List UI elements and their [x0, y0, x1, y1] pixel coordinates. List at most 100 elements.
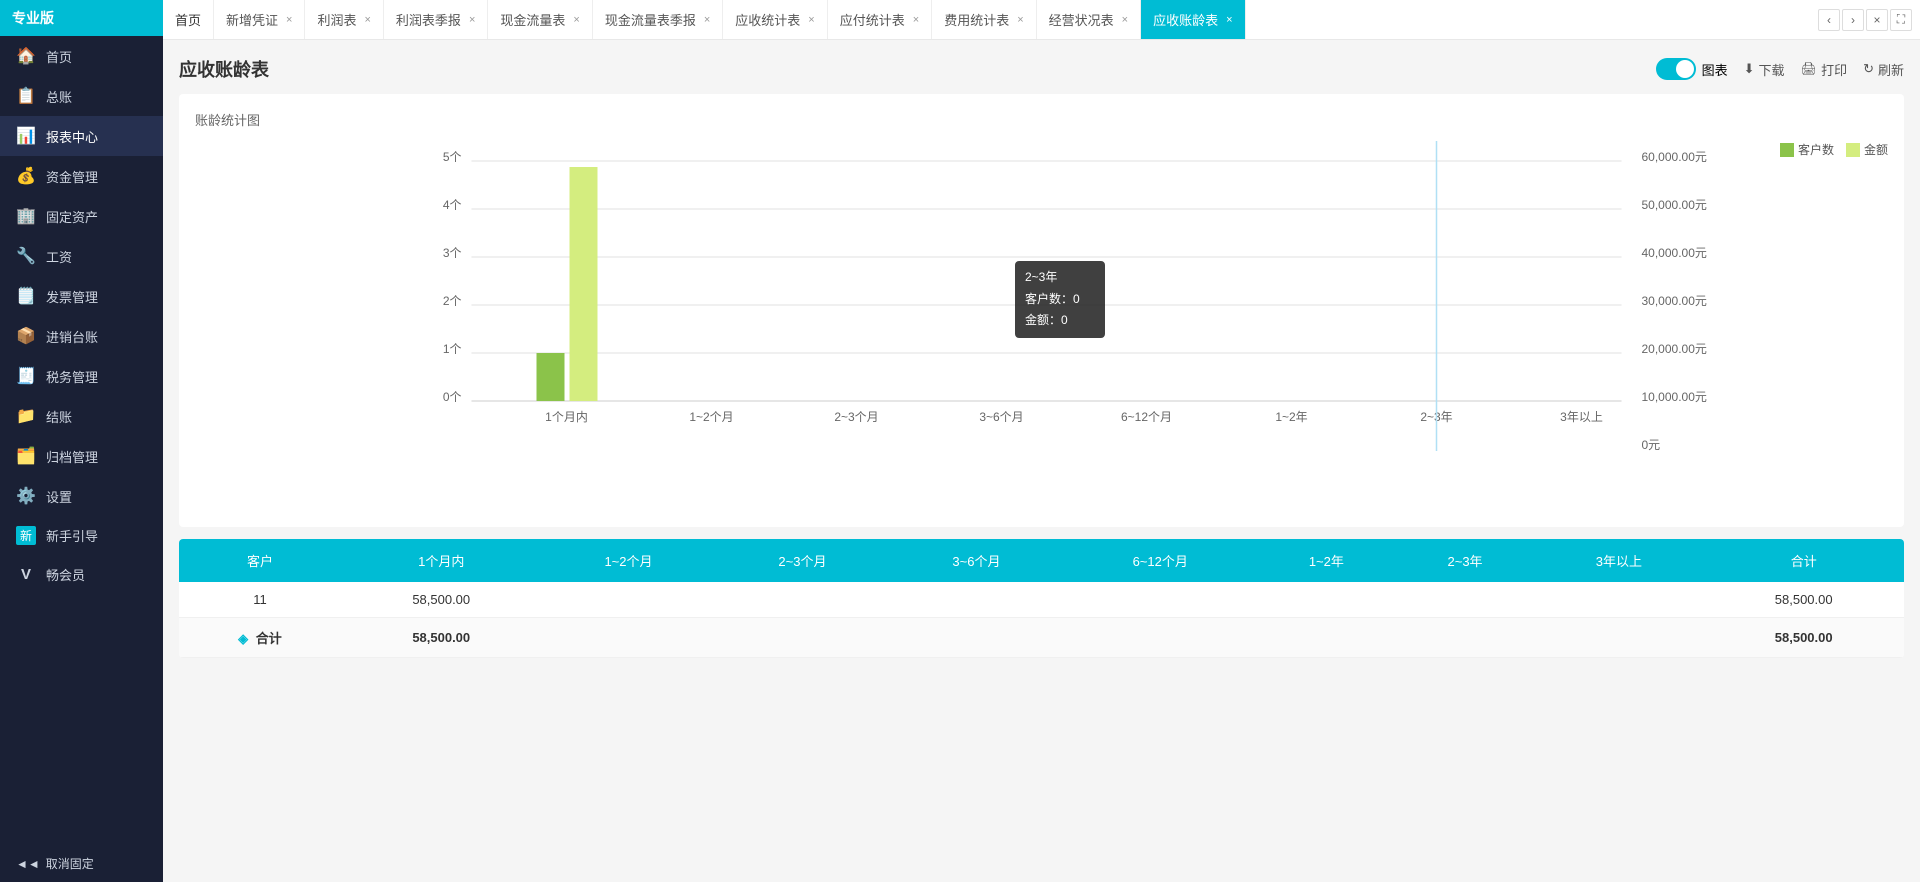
chart-toggle[interactable]	[1656, 58, 1696, 80]
tab-home[interactable]: 首页	[163, 0, 214, 40]
cell-total: 58,500.00	[1703, 582, 1904, 618]
tab-close-biz-status[interactable]: ×	[1122, 14, 1128, 26]
tab-cashflow-quarterly[interactable]: 现金流量表季报 ×	[593, 0, 723, 40]
download-btn[interactable]: ⬇ 下载	[1744, 60, 1785, 79]
tab-profit[interactable]: 利润表 ×	[305, 0, 383, 40]
tab-close-ap-stats[interactable]: ×	[913, 14, 919, 26]
tab-expense-stats[interactable]: 费用统计表 ×	[932, 0, 1036, 40]
sidebar-item-guide[interactable]: 新 新手引导	[0, 516, 163, 555]
total-icon: ◈	[238, 631, 248, 646]
tab-nav-buttons: ‹ › × ⛶	[1810, 9, 1920, 31]
sidebar-item-fund-mgmt[interactable]: 💰 资金管理	[0, 156, 163, 196]
content-area: 应收账龄表 图表 ⬇ 下载 🖨 打印 ↻ 刷新	[163, 40, 1920, 882]
sidebar-item-archive[interactable]: 🗂️ 归档管理	[0, 436, 163, 476]
tab-cashflow-label: 现金流量表	[500, 10, 565, 29]
sidebar-item-sales-ledger[interactable]: 📦 进销台账	[0, 316, 163, 356]
sidebar-item-fixed-assets[interactable]: 🏢 固定资产	[0, 196, 163, 236]
refresh-label: 刷新	[1878, 60, 1904, 79]
col-12y: 1~2年	[1257, 539, 1396, 582]
svg-text:6~12个月: 6~12个月	[1121, 410, 1172, 424]
svg-text:20,000.00元: 20,000.00元	[1642, 342, 1707, 356]
cell-12y	[1257, 582, 1396, 618]
tab-ar-aging[interactable]: 应收账龄表 ×	[1141, 0, 1245, 40]
bar-1m-customers	[537, 353, 565, 401]
sidebar-item-settings[interactable]: ⚙️ 设置	[0, 476, 163, 516]
tab-ar-stats[interactable]: 应收统计表 ×	[723, 0, 827, 40]
tab-bar: 首页 新增凭证 × 利润表 × 利润表季报 × 现金流量表 × 现金流量表季报 …	[163, 0, 1920, 40]
sidebar-item-invoice[interactable]: 🗒️ 发票管理	[0, 276, 163, 316]
sidebar-item-label: 进销台账	[46, 327, 98, 346]
home-icon: 🏠	[16, 46, 36, 66]
sidebar-item-report-center[interactable]: 📊 报表中心	[0, 116, 163, 156]
chart-toggle-label: 图表	[1702, 60, 1728, 79]
sales-icon: 📦	[16, 326, 36, 346]
tab-cashflow-quarterly-label: 现金流量表季报	[605, 10, 696, 29]
salary-icon: 🔧	[16, 246, 36, 266]
sidebar-item-label: 税务管理	[46, 367, 98, 386]
tab-cashflow[interactable]: 现金流量表 ×	[488, 0, 592, 40]
invoice-icon: 🗒️	[16, 286, 36, 306]
col-1m: 1个月内	[341, 539, 542, 582]
tab-close-all-btn[interactable]: ×	[1866, 9, 1888, 31]
fund-icon: 💰	[16, 166, 36, 186]
tax-icon: 🧾	[16, 366, 36, 386]
print-btn[interactable]: 🖨 打印	[1801, 60, 1848, 79]
total-23m	[715, 618, 889, 658]
sidebar-item-membership[interactable]: V 畅会员	[0, 555, 163, 594]
col-total: 合计	[1703, 539, 1904, 582]
svg-text:2个: 2个	[443, 294, 462, 308]
sidebar-item-closing[interactable]: 📁 结账	[0, 396, 163, 436]
tab-prev-btn[interactable]: ‹	[1818, 9, 1840, 31]
tab-fullscreen-btn[interactable]: ⛶	[1890, 9, 1912, 31]
tab-profit-quarterly-label: 利润表季报	[396, 10, 461, 29]
tab-biz-status[interactable]: 经营状况表 ×	[1037, 0, 1141, 40]
tab-close-ar-aging[interactable]: ×	[1226, 14, 1232, 26]
tab-new-voucher[interactable]: 新增凭证 ×	[214, 0, 305, 40]
chart-legend: 客户数 金额	[1780, 141, 1888, 158]
report-icon: 📊	[16, 126, 36, 146]
sidebar-item-ledger[interactable]: 📋 总账	[0, 76, 163, 116]
sidebar-item-home[interactable]: 🏠 首页	[0, 36, 163, 76]
tab-ar-stats-label: 应收统计表	[735, 10, 800, 29]
refresh-btn[interactable]: ↻ 刷新	[1863, 60, 1904, 79]
total-3yplus	[1534, 618, 1703, 658]
svg-text:40,000.00元: 40,000.00元	[1642, 246, 1707, 260]
app-logo: 专业版	[0, 0, 163, 36]
chart-area: 客户数 金额 5个 4个 3个 2个 1个 0个	[195, 141, 1888, 511]
svg-text:1~2个月: 1~2个月	[689, 410, 733, 424]
cell-3yplus	[1534, 582, 1703, 618]
tab-expense-stats-label: 费用统计表	[944, 10, 1009, 29]
tab-close-profit-quarterly[interactable]: ×	[469, 14, 475, 26]
legend-customers: 客户数	[1780, 141, 1834, 158]
sidebar-item-tax-mgmt[interactable]: 🧾 税务管理	[0, 356, 163, 396]
tab-close-expense-stats[interactable]: ×	[1017, 14, 1023, 26]
tab-close-profit[interactable]: ×	[364, 14, 370, 26]
page-header: 应收账龄表 图表 ⬇ 下载 🖨 打印 ↻ 刷新	[179, 56, 1904, 82]
print-label: 打印	[1821, 60, 1847, 79]
tab-close-ar-stats[interactable]: ×	[808, 14, 814, 26]
sidebar-item-label: 结账	[46, 407, 72, 426]
legend-amount-color	[1846, 143, 1860, 157]
sidebar-item-label: 报表中心	[46, 127, 98, 146]
total-1m: 58,500.00	[341, 618, 542, 658]
tab-next-btn[interactable]: ›	[1842, 9, 1864, 31]
svg-text:0个: 0个	[443, 390, 462, 404]
tab-close-new-voucher[interactable]: ×	[286, 14, 292, 26]
col-12m: 1~2个月	[542, 539, 716, 582]
sidebar: 专业版 🏠 首页 📋 总账 📊 报表中心 💰 资金管理 🏢 固定资产 🔧 工资 …	[0, 0, 163, 882]
tab-close-cashflow[interactable]: ×	[573, 14, 579, 26]
tab-ap-stats[interactable]: 应付统计表 ×	[828, 0, 932, 40]
tab-profit-quarterly[interactable]: 利润表季报 ×	[384, 0, 488, 40]
svg-text:3年以上: 3年以上	[1560, 410, 1603, 424]
tab-close-cashflow-quarterly[interactable]: ×	[704, 14, 710, 26]
col-23m: 2~3个月	[715, 539, 889, 582]
page-title: 应收账龄表	[179, 56, 269, 82]
col-612m: 6~12个月	[1063, 539, 1257, 582]
total-label-text: 合计	[256, 631, 282, 646]
collapse-label: 取消固定	[46, 855, 94, 872]
fixed-assets-icon: 🏢	[16, 206, 36, 226]
sidebar-item-salary[interactable]: 🔧 工资	[0, 236, 163, 276]
cell-36m	[889, 582, 1063, 618]
tab-new-voucher-label: 新增凭证	[226, 10, 278, 29]
sidebar-collapse-btn[interactable]: ◄◄ 取消固定	[0, 845, 163, 882]
